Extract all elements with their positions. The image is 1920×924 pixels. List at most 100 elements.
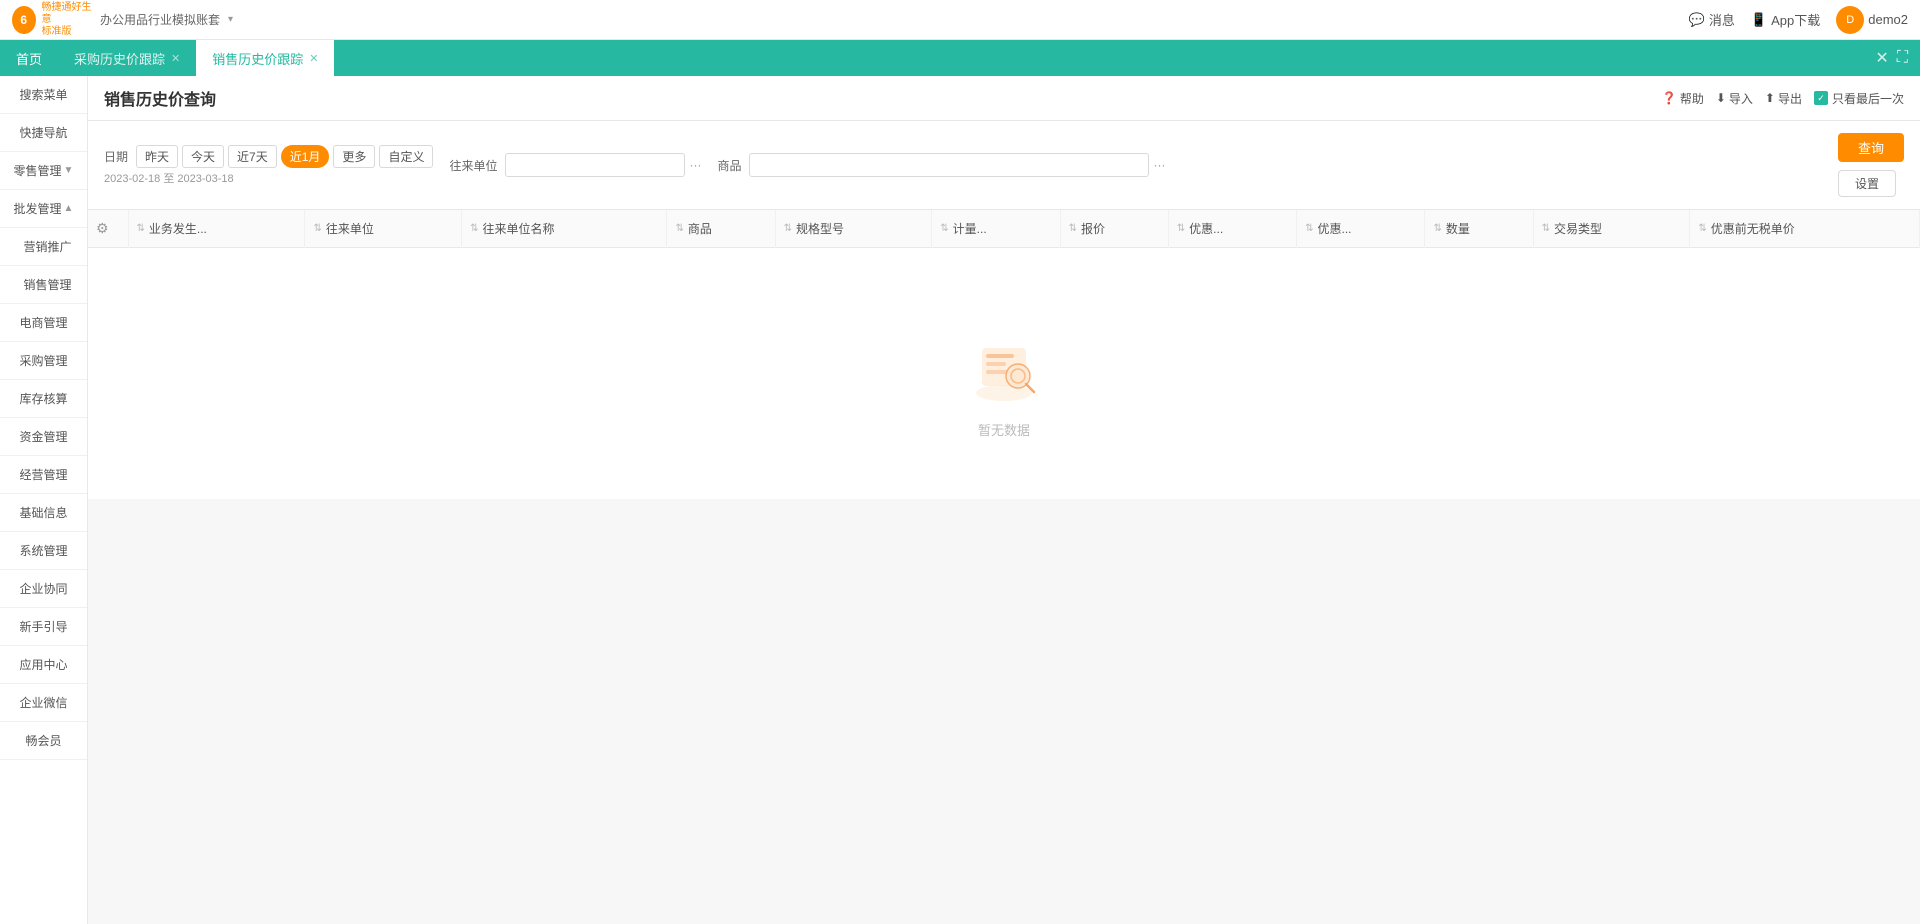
- partner-label: 往来单位: [449, 157, 497, 174]
- sort-icon-qty: ⇅: [1433, 223, 1441, 234]
- tab-bar: 首页 采购历史价跟踪 ✕ 销售历史价跟踪 ✕ ✕ ⛶: [0, 40, 1920, 76]
- date-btn-custom[interactable]: 自定义: [379, 145, 433, 168]
- sort-icon-discount2: ⇅: [1305, 223, 1313, 234]
- breadcrumb-dropdown-icon[interactable]: ▾: [228, 14, 233, 25]
- empty-text: 暂无数据: [978, 420, 1030, 439]
- sidebar-item-marketing[interactable]: 营销推广: [0, 228, 87, 266]
- settings-button[interactable]: 设置: [1838, 170, 1896, 197]
- logo-icon: 6: [12, 6, 36, 34]
- tab-sales-close[interactable]: ✕: [309, 52, 318, 65]
- message-action[interactable]: 💬 消息: [1689, 10, 1735, 29]
- sidebar-item-finance-mgmt[interactable]: 资金管理: [0, 418, 87, 456]
- breadcrumb: 办公用品行业模拟账套: [100, 11, 220, 28]
- th-partner-name[interactable]: ⇅ 往来单位名称: [462, 210, 667, 248]
- goods-filter-group: 商品 ···: [717, 153, 1165, 177]
- sidebar-item-purchase-mgmt[interactable]: 采购管理: [0, 342, 87, 380]
- partner-dots-btn[interactable]: ···: [689, 158, 701, 172]
- date-buttons-row: 日期 昨天 今天 近7天 近1月 更多 自定义: [104, 145, 433, 168]
- date-btn-7days[interactable]: 近7天: [228, 145, 277, 168]
- data-table: ⚙ ⇅ 业务发生... ⇅ 往来单位: [88, 210, 1920, 248]
- sort-icon-trade-type: ⇅: [1542, 223, 1550, 234]
- th-quote[interactable]: ⇅ 报价: [1060, 210, 1168, 248]
- sidebar-item-ecommerce-mgmt[interactable]: 电商管理: [0, 304, 87, 342]
- tab-maximize-btn[interactable]: ⛶: [1897, 49, 1908, 67]
- filter-actions: 查询 设置: [1838, 133, 1904, 197]
- th-qty[interactable]: ⇅ 数量: [1425, 210, 1533, 248]
- th-discount2[interactable]: ⇅ 优惠...: [1297, 210, 1425, 248]
- th-discount1[interactable]: ⇅ 优惠...: [1168, 210, 1296, 248]
- th-unit[interactable]: ⇅ 计量...: [932, 210, 1060, 248]
- sidebar-item-quick-nav[interactable]: 快捷导航: [0, 114, 87, 152]
- tab-close-all-btn[interactable]: ✕: [1875, 48, 1888, 68]
- goods-label: 商品: [717, 157, 741, 174]
- date-btn-today[interactable]: 今天: [182, 145, 224, 168]
- th-trade-type[interactable]: ⇅ 交易类型: [1533, 210, 1690, 248]
- date-filter-group: 日期 昨天 今天 近7天 近1月 更多 自定义 2023-02-18 至 202…: [104, 145, 433, 186]
- page-title: 销售历史价查询: [104, 86, 216, 110]
- date-btn-1month[interactable]: 近1月: [281, 145, 330, 168]
- tab-purchase-close[interactable]: ✕: [171, 52, 180, 65]
- sidebar-item-retail-mgmt[interactable]: 零售管理 ▼: [0, 152, 87, 190]
- date-range-text: 2023-02-18 至 2023-03-18: [104, 170, 433, 186]
- sidebar-item-inventory[interactable]: 库存核算: [0, 380, 87, 418]
- sidebar-item-wholesale-mgmt[interactable]: 批发管理 ▲: [0, 190, 87, 228]
- sort-icon-quote: ⇅: [1069, 223, 1077, 234]
- only-last-checkbox[interactable]: ✓: [1814, 91, 1828, 105]
- help-action[interactable]: ❓ 帮助: [1662, 90, 1704, 107]
- logo-text: 畅捷通好生意 标准版: [42, 2, 92, 38]
- import-icon: ⬇: [1716, 91, 1726, 105]
- sidebar-item-sales-mgmt[interactable]: 销售管理: [0, 266, 87, 304]
- partner-input[interactable]: [505, 153, 685, 177]
- date-btn-more[interactable]: 更多: [333, 145, 375, 168]
- goods-input[interactable]: [749, 153, 1149, 177]
- gear-icon[interactable]: ⚙: [96, 220, 109, 237]
- th-gear[interactable]: ⚙: [88, 210, 128, 248]
- sidebar-item-operation-mgmt[interactable]: 经营管理: [0, 456, 87, 494]
- sidebar-item-search-menu[interactable]: 搜索菜单: [0, 76, 87, 114]
- sort-icon-spec: ⇅: [784, 223, 792, 234]
- avatar: D: [1836, 6, 1864, 34]
- goods-input-group: ···: [749, 153, 1165, 177]
- sidebar-item-enterprise-coop[interactable]: 企业协同: [0, 570, 87, 608]
- sidebar-item-member[interactable]: 畅会员: [0, 722, 87, 760]
- table-header: ⚙ ⇅ 业务发生... ⇅ 往来单位: [88, 210, 1920, 248]
- only-last-checkbox-label[interactable]: ✓ 只看最后一次: [1814, 90, 1904, 107]
- th-goods[interactable]: ⇅ 商品: [667, 210, 775, 248]
- date-label: 日期: [104, 148, 128, 165]
- partner-input-group: ···: [505, 153, 701, 177]
- tab-home[interactable]: 首页: [0, 40, 58, 76]
- header-right: 💬 消息 📱 App下载 D demo2: [1689, 6, 1908, 34]
- sidebar: 搜索菜单 快捷导航 零售管理 ▼ 批发管理 ▲ 营销推广 销售管理 电商管理 采…: [0, 76, 88, 924]
- tab-sales[interactable]: 销售历史价跟踪 ✕: [196, 40, 334, 76]
- export-icon: ⬆: [1765, 91, 1775, 105]
- sidebar-item-new-guide[interactable]: 新手引导: [0, 608, 87, 646]
- app-download-action[interactable]: 📱 App下载: [1751, 10, 1820, 29]
- th-pre-tax-price[interactable]: ⇅ 优惠前无税单价: [1690, 210, 1920, 248]
- retail-mgmt-arrow: ▼: [64, 165, 74, 176]
- sort-icon-biz-date: ⇅: [137, 223, 145, 234]
- sidebar-item-app-center[interactable]: 应用中心: [0, 646, 87, 684]
- sidebar-item-enterprise-wechat[interactable]: 企业微信: [0, 684, 87, 722]
- goods-dots-btn[interactable]: ···: [1153, 158, 1165, 172]
- sort-icon-discount1: ⇅: [1177, 223, 1185, 234]
- import-action[interactable]: ⬇ 导入: [1716, 90, 1753, 107]
- th-partner-code[interactable]: ⇅ 往来单位: [305, 210, 462, 248]
- sidebar-item-system-mgmt[interactable]: 系统管理: [0, 532, 87, 570]
- th-biz-date[interactable]: ⇅ 业务发生...: [128, 210, 305, 248]
- header-left: 6 畅捷通好生意 标准版 办公用品行业模拟账套 ▾: [12, 2, 233, 38]
- th-spec[interactable]: ⇅ 规格型号: [775, 210, 932, 248]
- user-profile-action[interactable]: D demo2: [1836, 6, 1908, 34]
- app-icon: 📱: [1751, 12, 1767, 28]
- date-btn-yesterday[interactable]: 昨天: [136, 145, 178, 168]
- page-title-bar: 销售历史价查询 ❓ 帮助 ⬇ 导入 ⬆ 导出 ✓ 只看最后一次: [88, 76, 1920, 121]
- page-title-actions: ❓ 帮助 ⬇ 导入 ⬆ 导出 ✓ 只看最后一次: [1662, 90, 1904, 107]
- logo-area: 6 畅捷通好生意 标准版: [12, 2, 92, 38]
- sidebar-item-basic-info[interactable]: 基础信息: [0, 494, 87, 532]
- export-action[interactable]: ⬆ 导出: [1765, 90, 1802, 107]
- partner-filter-group: 往来单位 ···: [449, 153, 701, 177]
- empty-state: 暂无数据: [88, 248, 1920, 499]
- sort-icon-unit: ⇅: [940, 223, 948, 234]
- tab-purchase[interactable]: 采购历史价跟踪 ✕: [58, 40, 196, 76]
- content-area: 销售历史价查询 ❓ 帮助 ⬇ 导入 ⬆ 导出 ✓ 只看最后一次: [88, 76, 1920, 924]
- query-button[interactable]: 查询: [1838, 133, 1904, 162]
